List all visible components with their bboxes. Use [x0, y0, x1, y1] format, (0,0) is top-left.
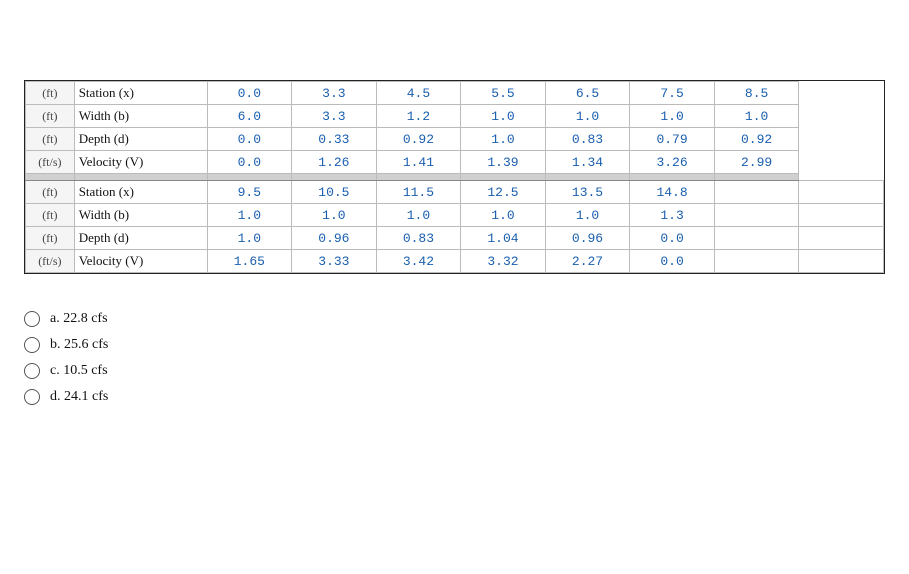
unit-label: (ft): [42, 208, 57, 222]
unit-label: (ft): [42, 185, 57, 199]
unit-label: (ft): [42, 231, 57, 245]
radio-a[interactable]: [24, 311, 40, 327]
table-cell: [714, 227, 799, 250]
table-cell: 0.0: [630, 227, 715, 250]
table-cell: 14.8: [630, 181, 715, 204]
table-cell: 1.0: [630, 105, 715, 128]
table-cell: 1.39: [461, 151, 546, 174]
table-cell: 1.26: [292, 151, 377, 174]
table-cell: 1.3: [630, 204, 715, 227]
row-label: Depth (d): [74, 227, 207, 250]
row-label: Station (x): [74, 181, 207, 204]
option-text-d: d. 24.1 cfs: [50, 389, 108, 405]
table-cell: 7.5: [630, 82, 715, 105]
intro-paragraph: [24, 20, 884, 62]
table-cell: [799, 250, 884, 273]
data-table: (ft)Station (x)0.03.34.55.56.57.58.5(ft)…: [24, 80, 885, 274]
row-label: Width (b): [74, 204, 207, 227]
table-cell: 0.0: [207, 151, 292, 174]
table-cell: 1.04: [461, 227, 546, 250]
table-cell: 1.0: [714, 105, 799, 128]
table-cell: [714, 204, 799, 227]
table-cell: 1.0: [545, 204, 630, 227]
table-cell: 3.42: [376, 250, 461, 273]
table-cell: 9.5: [207, 181, 292, 204]
row-label: Velocity (V): [74, 151, 207, 174]
table-cell: 1.0: [376, 204, 461, 227]
table-cell: 6.5: [545, 82, 630, 105]
option-a[interactable]: a. 22.8 cfs: [24, 311, 885, 327]
table-cell: [799, 227, 884, 250]
radio-d[interactable]: [24, 389, 40, 405]
table-cell: 3.3: [292, 105, 377, 128]
table-cell: 0.96: [545, 227, 630, 250]
row-label: Depth (d): [74, 128, 207, 151]
row-label: Width (b): [74, 105, 207, 128]
option-text-c: c. 10.5 cfs: [50, 363, 108, 379]
table-cell: 10.5: [292, 181, 377, 204]
option-c[interactable]: c. 10.5 cfs: [24, 363, 885, 379]
unit-label: (ft): [42, 86, 57, 100]
option-b[interactable]: b. 25.6 cfs: [24, 337, 885, 353]
table-cell: 1.2: [376, 105, 461, 128]
table-cell: 0.83: [545, 128, 630, 151]
table-cell: 1.0: [207, 204, 292, 227]
table-cell: 0.0: [207, 82, 292, 105]
select-section: a. 22.8 cfs b. 25.6 cfs c. 10.5 cfs d. 24.1…: [24, 311, 885, 405]
table-cell: 1.65: [207, 250, 292, 273]
table-cell: 1.0: [461, 204, 546, 227]
row-label: Station (x): [74, 82, 207, 105]
table-cell: 3.32: [461, 250, 546, 273]
table-cell: 1.41: [376, 151, 461, 174]
table-cell: [714, 181, 799, 204]
table-cell: 0.79: [630, 128, 715, 151]
table-cell: 1.0: [292, 204, 377, 227]
table-cell: 0.92: [714, 128, 799, 151]
row-label: Velocity (V): [74, 250, 207, 273]
table-cell: 8.5: [714, 82, 799, 105]
table-cell: 0.0: [207, 128, 292, 151]
table-cell: 1.0: [207, 227, 292, 250]
table-cell: 3.3: [292, 82, 377, 105]
table-cell: 0.33: [292, 128, 377, 151]
table-cell: [799, 204, 884, 227]
table-cell: 5.5: [461, 82, 546, 105]
table-cell: 1.0: [461, 128, 546, 151]
table-cell: 3.33: [292, 250, 377, 273]
table-cell: [799, 181, 884, 204]
table-cell: 1.34: [545, 151, 630, 174]
unit-label: (ft/s): [38, 254, 61, 268]
unit-label: (ft/s): [38, 155, 61, 169]
table-cell: 0.96: [292, 227, 377, 250]
radio-b[interactable]: [24, 337, 40, 353]
table-cell: [714, 250, 799, 273]
table-cell: 1.0: [461, 105, 546, 128]
table-cell: 3.26: [630, 151, 715, 174]
table-cell: 12.5: [461, 181, 546, 204]
radio-c[interactable]: [24, 363, 40, 379]
table-cell: 0.83: [376, 227, 461, 250]
unit-label: (ft): [42, 109, 57, 123]
table-cell: 0.92: [376, 128, 461, 151]
table-cell: 0.0: [630, 250, 715, 273]
table-cell: 1.0: [545, 105, 630, 128]
table-cell: 2.99: [714, 151, 799, 174]
table-cell: 4.5: [376, 82, 461, 105]
unit-label: (ft): [42, 132, 57, 146]
table-cell: 11.5: [376, 181, 461, 204]
option-d[interactable]: d. 24.1 cfs: [24, 389, 885, 405]
option-text-a: a. 22.8 cfs: [50, 311, 108, 327]
table-cell: 13.5: [545, 181, 630, 204]
table-cell: 6.0: [207, 105, 292, 128]
table-cell: 2.27: [545, 250, 630, 273]
option-text-b: b. 25.6 cfs: [50, 337, 108, 353]
